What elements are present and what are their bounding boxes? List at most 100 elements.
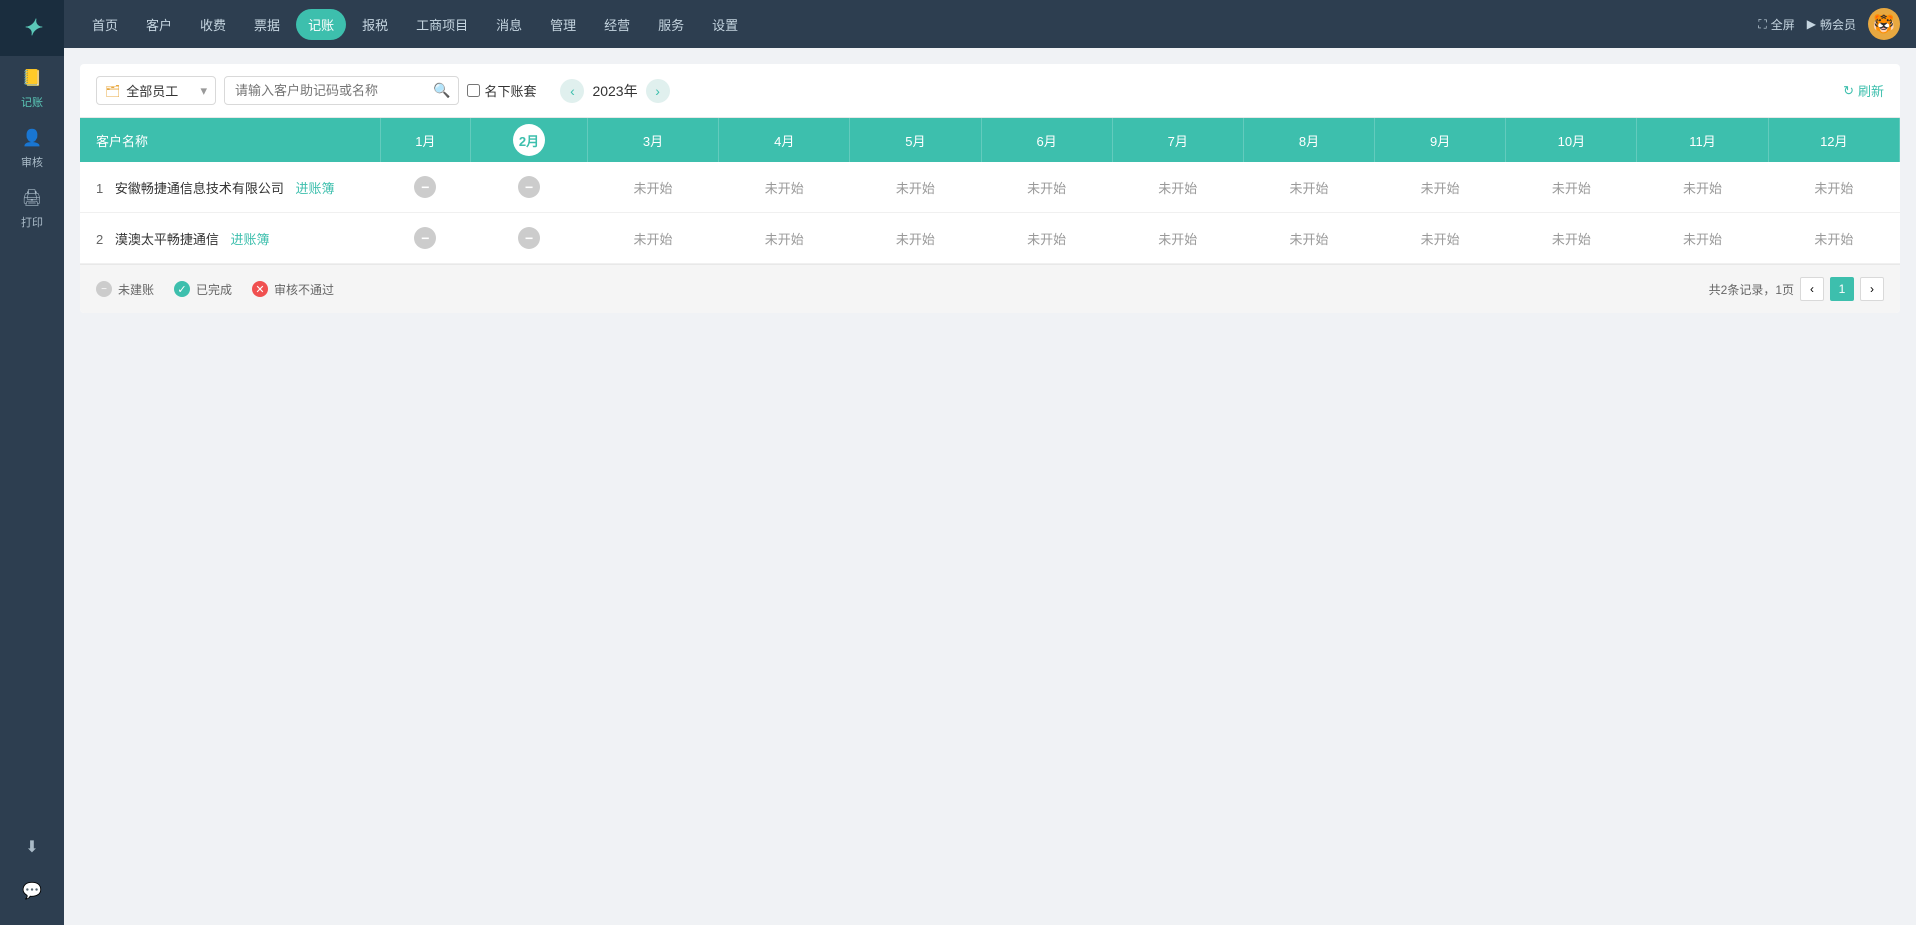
col-oct: 10月 <box>1506 118 1637 162</box>
col-mar: 3月 <box>587 118 718 162</box>
enter-ledger-link[interactable]: 进账簿 <box>296 181 335 196</box>
sidebar-item-bookkeeping-label: 记账 <box>21 94 43 110</box>
month-6-cell: 未开始 <box>981 213 1112 264</box>
table-row: 2 漠澳太平畅捷通信 进账簿 − − 未开始 未开始 未开始 未开始 未开始 未… <box>80 213 1900 264</box>
page-prev-button[interactable]: ‹ <box>1800 277 1824 301</box>
nav-home[interactable]: 首页 <box>80 9 130 40</box>
nav-business[interactable]: 工商项目 <box>404 9 480 40</box>
sidebar-item-download[interactable]: ⬇ <box>0 825 64 865</box>
status-not-started: 未开始 <box>1683 181 1722 196</box>
user-avatar[interactable]: 🐯 <box>1868 8 1900 40</box>
member-button[interactable]: ▶ 畅会员 <box>1807 16 1856 33</box>
my-accounts-checkbox-input[interactable] <box>467 84 480 97</box>
nav-client[interactable]: 客户 <box>134 9 184 40</box>
nav-invoice[interactable]: 票据 <box>242 9 292 40</box>
total-records: 共2条记录，1页 <box>1709 281 1794 298</box>
sidebar-item-bookkeeping[interactable]: 📒 记账 <box>0 56 64 116</box>
nav-management[interactable]: 管理 <box>538 9 588 40</box>
bookkeeping-icon: 📒 <box>20 66 44 90</box>
month-8-cell: 未开始 <box>1243 213 1374 264</box>
month-10-cell: 未开始 <box>1506 213 1637 264</box>
table-row: 1 安徽畅捷通信息技术有限公司 进账簿 − − 未开始 未开始 未开始 未开始 … <box>80 162 1900 213</box>
nav-operation[interactable]: 经营 <box>592 9 642 40</box>
month-12-cell: 未开始 <box>1768 213 1899 264</box>
sidebar-item-print[interactable]: 🖨 打印 <box>0 176 64 236</box>
client-name-cell: 2 漠澳太平畅捷通信 进账簿 <box>80 213 380 264</box>
app-logo: ✦ <box>0 0 64 56</box>
refresh-button[interactable]: ↻ 刷新 <box>1843 81 1884 100</box>
status-not-started: 未开始 <box>1158 232 1197 247</box>
refresh-icon: ↻ <box>1843 83 1854 99</box>
employee-select[interactable]: 🗂 全部员工 ▾ <box>96 76 216 105</box>
nav-billing[interactable]: 收费 <box>188 9 238 40</box>
month-3-cell: 未开始 <box>587 213 718 264</box>
legend-dot-red: ✕ <box>252 281 268 297</box>
client-name-cell: 1 安徽畅捷通信息技术有限公司 进账簿 <box>80 162 380 213</box>
col-may: 5月 <box>850 118 981 162</box>
top-nav: 首页 客户 收费 票据 记账 报税 工商项目 消息 管理 经营 服务 设置 ⛶ … <box>64 0 1916 48</box>
legend-not-built-label: 未建账 <box>118 281 154 298</box>
search-input[interactable] <box>225 78 425 103</box>
page-1-button[interactable]: 1 <box>1830 277 1854 301</box>
month-8-cell: 未开始 <box>1243 162 1374 213</box>
sidebar-item-audit[interactable]: 👤 审核 <box>0 116 64 176</box>
col-jan: 1月 <box>380 118 471 162</box>
nav-bookkeeping[interactable]: 记账 <box>296 9 346 40</box>
nav-message[interactable]: 消息 <box>484 9 534 40</box>
my-accounts-checkbox[interactable]: 名下账套 <box>467 81 536 100</box>
status-not-started: 未开始 <box>1158 181 1197 196</box>
toolbar: 🗂 全部员工 ▾ 🔍 名下账套 ‹ 2023年 › <box>80 64 1900 118</box>
year-prev-button[interactable]: ‹ <box>560 79 584 103</box>
member-label: 畅会员 <box>1820 16 1856 33</box>
cross-icon: ✕ <box>255 283 264 296</box>
status-not-started: 未开始 <box>1289 181 1328 196</box>
table-header-row: 客户名称 1月 2月 3月 4月 5月 6月 7月 8月 9月 <box>80 118 1900 162</box>
month-9-cell: 未开始 <box>1375 213 1506 264</box>
status-not-started: 未开始 <box>896 232 935 247</box>
col-jul: 7月 <box>1112 118 1243 162</box>
fullscreen-button[interactable]: ⛶ 全屏 <box>1758 16 1794 33</box>
client-name: 漠澳太平畅捷通信 <box>115 232 219 247</box>
month-6-cell: 未开始 <box>981 162 1112 213</box>
legend-completed: ✓ 已完成 <box>174 281 232 298</box>
status-dash-icon: − <box>414 227 436 249</box>
col-client-name: 客户名称 <box>80 118 380 162</box>
nav-tax[interactable]: 报税 <box>350 9 400 40</box>
my-accounts-label: 名下账套 <box>484 81 536 100</box>
search-button[interactable]: 🔍 <box>425 77 458 104</box>
sidebar-item-support[interactable]: 💬 <box>0 869 64 909</box>
download-icon: ⬇ <box>20 835 44 859</box>
fullscreen-icon: ⛶ <box>1758 17 1766 32</box>
status-not-started: 未开始 <box>1027 181 1066 196</box>
employee-icon: 🗂 <box>105 84 120 98</box>
sidebar-bottom: ⬇ 💬 <box>0 825 64 925</box>
month-5-cell: 未开始 <box>850 162 981 213</box>
year-label: 2023年 <box>592 81 637 101</box>
legend-dot-gray: − <box>96 281 112 297</box>
status-not-started: 未开始 <box>765 232 804 247</box>
content: 🗂 全部员工 ▾ 🔍 名下账套 ‹ 2023年 › <box>64 48 1916 925</box>
month-1-cell: − <box>380 213 471 264</box>
search-box: 🔍 <box>224 76 459 105</box>
status-not-started: 未开始 <box>765 181 804 196</box>
nav-settings[interactable]: 设置 <box>700 9 750 40</box>
month-4-cell: 未开始 <box>719 213 850 264</box>
enter-ledger-link[interactable]: 进账簿 <box>231 232 270 247</box>
year-next-button[interactable]: › <box>646 79 670 103</box>
member-icon: ▶ <box>1807 17 1816 31</box>
month-11-cell: 未开始 <box>1637 162 1768 213</box>
audit-icon: 👤 <box>20 126 44 150</box>
month-3-cell: 未开始 <box>587 162 718 213</box>
sidebar: ✦ 📒 记账 👤 审核 🖨 打印 ⬇ 💬 <box>0 0 64 925</box>
col-dec: 12月 <box>1768 118 1899 162</box>
status-not-started: 未开始 <box>634 181 673 196</box>
status-not-started: 未开始 <box>1552 232 1591 247</box>
legend-completed-label: 已完成 <box>196 281 232 298</box>
legend-rejected: ✕ 审核不通过 <box>252 281 334 298</box>
nav-service[interactable]: 服务 <box>646 9 696 40</box>
data-table: 客户名称 1月 2月 3月 4月 5月 6月 7月 8月 9月 <box>80 118 1900 264</box>
fullscreen-label: 全屏 <box>1771 16 1795 33</box>
status-not-started: 未开始 <box>1027 232 1066 247</box>
page-next-button[interactable]: › <box>1860 277 1884 301</box>
status-not-started: 未开始 <box>1289 232 1328 247</box>
